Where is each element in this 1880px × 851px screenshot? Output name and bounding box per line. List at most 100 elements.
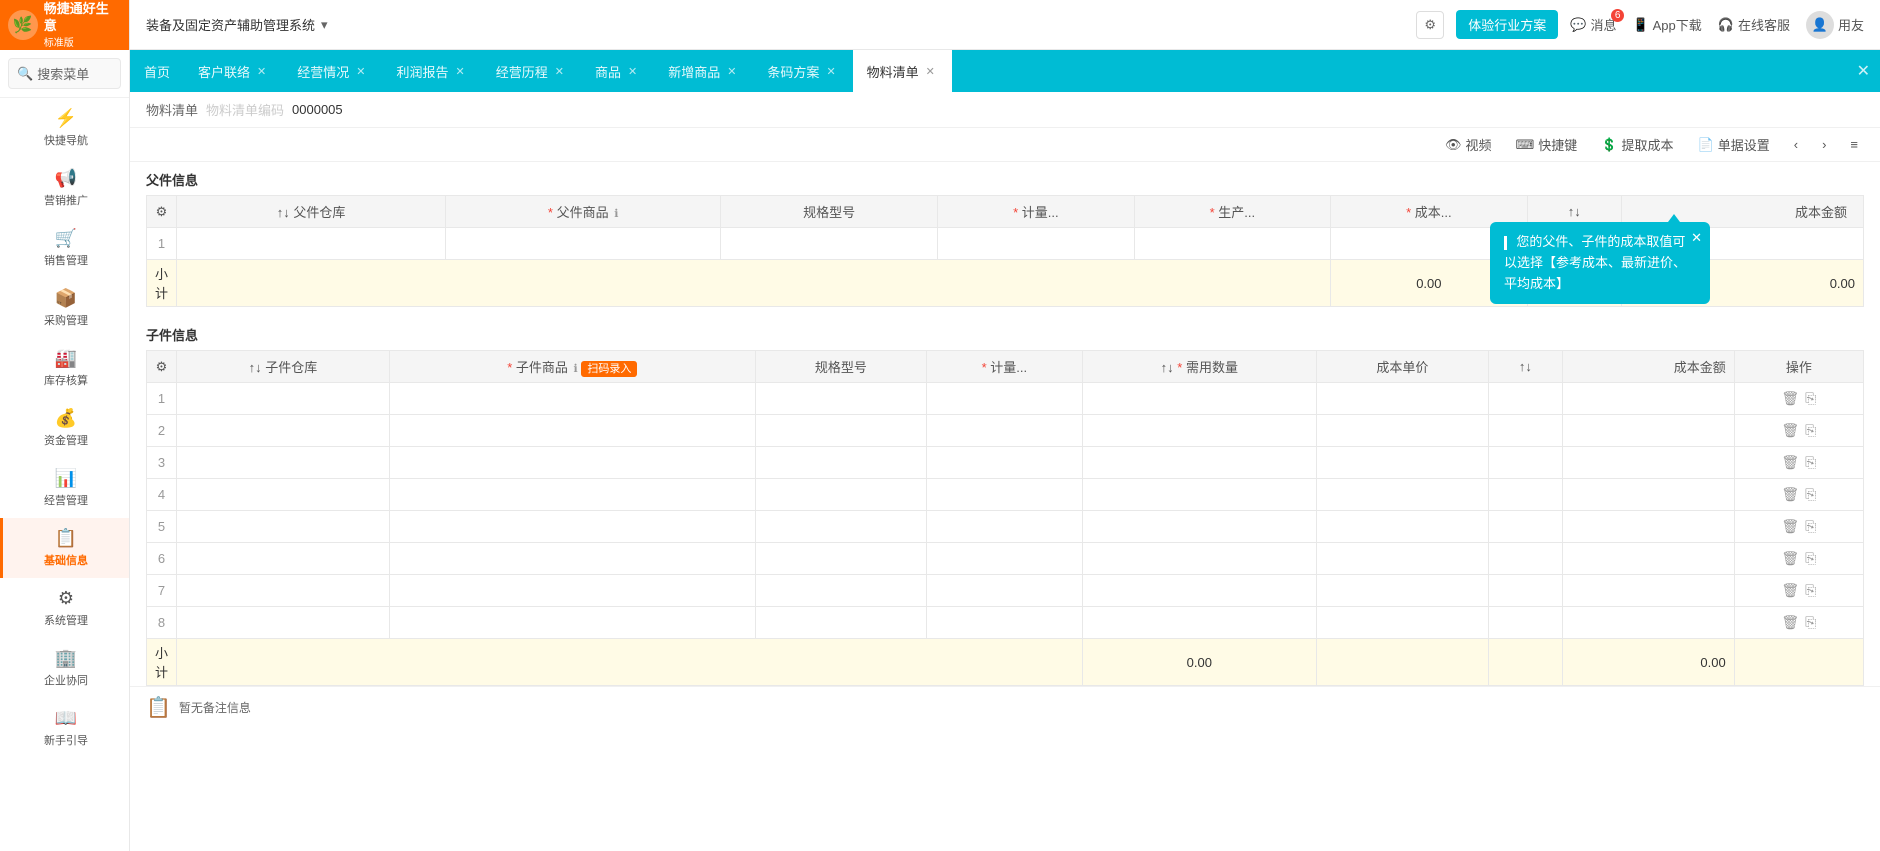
sidebar-item-basic[interactable]: 📋 基础信息 <box>0 518 129 578</box>
copy-icon[interactable]: ⎘ <box>1805 454 1816 471</box>
search-menu-button[interactable]: 🔍 搜索菜单 <box>8 58 121 89</box>
cell-child-quantity-5[interactable] <box>1082 511 1316 543</box>
delete-icon[interactable]: 🗑 <box>1781 454 1799 471</box>
tab-customer[interactable]: 客户联络 ✕ <box>184 50 283 92</box>
tab-history-close[interactable]: ✕ <box>552 64 567 79</box>
cell-child-goods-6[interactable] <box>389 543 755 575</box>
cell-child-spec-2[interactable] <box>755 415 927 447</box>
layout-button[interactable]: ≡ <box>1844 134 1864 155</box>
sidebar-item-guide[interactable]: 📖 新手引导 <box>0 698 129 758</box>
cell-child-quantity-3[interactable] <box>1082 447 1316 479</box>
cell-child-unit-6[interactable] <box>927 543 1082 575</box>
cell-child-warehouse-8[interactable] <box>177 607 390 639</box>
cell-parent-unit[interactable] <box>938 228 1135 260</box>
sidebar-item-finance[interactable]: 💰 资金管理 <box>0 398 129 458</box>
sidebar-item-system[interactable]: ⚙ 系统管理 <box>0 578 129 638</box>
online-service-button[interactable]: 🎧 在线客服 <box>1718 15 1790 34</box>
cell-child-unit-8[interactable] <box>927 607 1082 639</box>
cell-child-warehouse-2[interactable] <box>177 415 390 447</box>
tab-goods-close[interactable]: ✕ <box>625 64 640 79</box>
cell-child-spec-5[interactable] <box>755 511 927 543</box>
cell-child-spec-4[interactable] <box>755 479 927 511</box>
cell-child-warehouse-5[interactable] <box>177 511 390 543</box>
cell-child-quantity-1[interactable] <box>1082 383 1316 415</box>
tab-operation[interactable]: 经营情况 ✕ <box>283 50 382 92</box>
cell-child-spec-7[interactable] <box>755 575 927 607</box>
cell-child-cost-price-5[interactable] <box>1317 511 1489 543</box>
copy-icon[interactable]: ⎘ <box>1805 486 1816 503</box>
cell-parent-produce[interactable] <box>1134 228 1331 260</box>
delete-icon[interactable]: 🗑 <box>1781 486 1799 503</box>
tab-profit-close[interactable]: ✕ <box>453 64 468 79</box>
cell-child-cost-price-4[interactable] <box>1317 479 1489 511</box>
cell-child-spec-6[interactable] <box>755 543 927 575</box>
sidebar-item-sales[interactable]: 🛒 销售管理 <box>0 218 129 278</box>
delete-icon[interactable]: 🗑 <box>1781 550 1799 567</box>
cell-child-cost-price-1[interactable] <box>1317 383 1489 415</box>
system-dropdown-arrow[interactable]: ▾ <box>321 17 328 33</box>
sidebar-item-quick-nav[interactable]: ⚡ 快捷导航 <box>0 98 129 158</box>
cell-child-unit-5[interactable] <box>927 511 1082 543</box>
cell-child-goods-8[interactable] <box>389 607 755 639</box>
close-all-tabs-button[interactable]: ✕ <box>1847 61 1880 81</box>
tab-history[interactable]: 经营历程 ✕ <box>482 50 581 92</box>
setting-button[interactable]: 📄 单据设置 <box>1692 132 1776 157</box>
cell-child-goods-1[interactable] <box>389 383 755 415</box>
tab-goods[interactable]: 商品 ✕ <box>581 50 654 92</box>
tab-customer-close[interactable]: ✕ <box>254 64 269 79</box>
cell-child-goods-7[interactable] <box>389 575 755 607</box>
delete-icon[interactable]: 🗑 <box>1781 518 1799 535</box>
tab-barcode[interactable]: 条码方案 ✕ <box>753 50 852 92</box>
sidebar-item-marketing[interactable]: 📢 营销推广 <box>0 158 129 218</box>
cell-child-goods-3[interactable] <box>389 447 755 479</box>
cell-child-unit-4[interactable] <box>927 479 1082 511</box>
copy-icon[interactable]: ⎘ <box>1805 550 1816 567</box>
cell-parent-goods[interactable] <box>446 228 721 260</box>
cell-parent-warehouse[interactable] <box>177 228 446 260</box>
scan-input-button[interactable]: 扫码录入 <box>581 361 637 377</box>
tab-bom-close[interactable]: ✕ <box>923 64 938 79</box>
copy-icon[interactable]: ⎘ <box>1805 582 1816 599</box>
cell-child-cost-price-8[interactable] <box>1317 607 1489 639</box>
tab-new-goods[interactable]: 新增商品 ✕ <box>654 50 753 92</box>
settings-button[interactable]: ⚙ <box>1416 11 1444 39</box>
tab-profit[interactable]: 利润报告 ✕ <box>382 50 481 92</box>
copy-icon[interactable]: ⎘ <box>1805 614 1816 631</box>
copy-icon[interactable]: ⎘ <box>1805 422 1816 439</box>
tab-home[interactable]: 首页 <box>130 50 184 92</box>
tab-new-goods-close[interactable]: ✕ <box>724 64 739 79</box>
delete-icon[interactable]: 🗑 <box>1781 422 1799 439</box>
delete-icon[interactable]: 🗑 <box>1781 390 1799 407</box>
cell-child-goods-4[interactable] <box>389 479 755 511</box>
message-button[interactable]: 💬 消息 6 <box>1570 15 1616 34</box>
trial-button[interactable]: 体验行业方案 <box>1456 10 1558 39</box>
prev-button[interactable]: ‹ <box>1788 134 1804 155</box>
cell-child-quantity-2[interactable] <box>1082 415 1316 447</box>
copy-icon[interactable]: ⎘ <box>1805 390 1816 407</box>
cell-child-unit-3[interactable] <box>927 447 1082 479</box>
cell-child-goods-2[interactable] <box>389 415 755 447</box>
cell-child-quantity-7[interactable] <box>1082 575 1316 607</box>
cell-child-quantity-4[interactable] <box>1082 479 1316 511</box>
app-download-button[interactable]: 📱 App下载 <box>1632 15 1701 34</box>
cell-child-goods-5[interactable] <box>389 511 755 543</box>
cell-child-unit-1[interactable] <box>927 383 1082 415</box>
cell-child-warehouse-7[interactable] <box>177 575 390 607</box>
cell-child-quantity-6[interactable] <box>1082 543 1316 575</box>
cost-button[interactable]: 💲 提取成本 <box>1595 132 1679 157</box>
cell-child-spec-3[interactable] <box>755 447 927 479</box>
cell-child-quantity-8[interactable] <box>1082 607 1316 639</box>
shortcut-button[interactable]: ⌨ 快捷键 <box>1510 132 1584 157</box>
sidebar-item-ops[interactable]: 📊 经营管理 <box>0 458 129 518</box>
cell-child-cost-price-6[interactable] <box>1317 543 1489 575</box>
tab-barcode-close[interactable]: ✕ <box>823 64 838 79</box>
cell-child-cost-price-7[interactable] <box>1317 575 1489 607</box>
cell-child-unit-7[interactable] <box>927 575 1082 607</box>
cell-child-warehouse-6[interactable] <box>177 543 390 575</box>
sidebar-item-corp[interactable]: 🏢 企业协同 <box>0 638 129 698</box>
user-menu-button[interactable]: 👤 用友 <box>1806 11 1864 39</box>
tooltip-close-button[interactable]: ✕ <box>1691 228 1702 249</box>
cell-child-warehouse-4[interactable] <box>177 479 390 511</box>
delete-icon[interactable]: 🗑 <box>1781 582 1799 599</box>
sidebar-item-purchase[interactable]: 📦 采购管理 <box>0 278 129 338</box>
